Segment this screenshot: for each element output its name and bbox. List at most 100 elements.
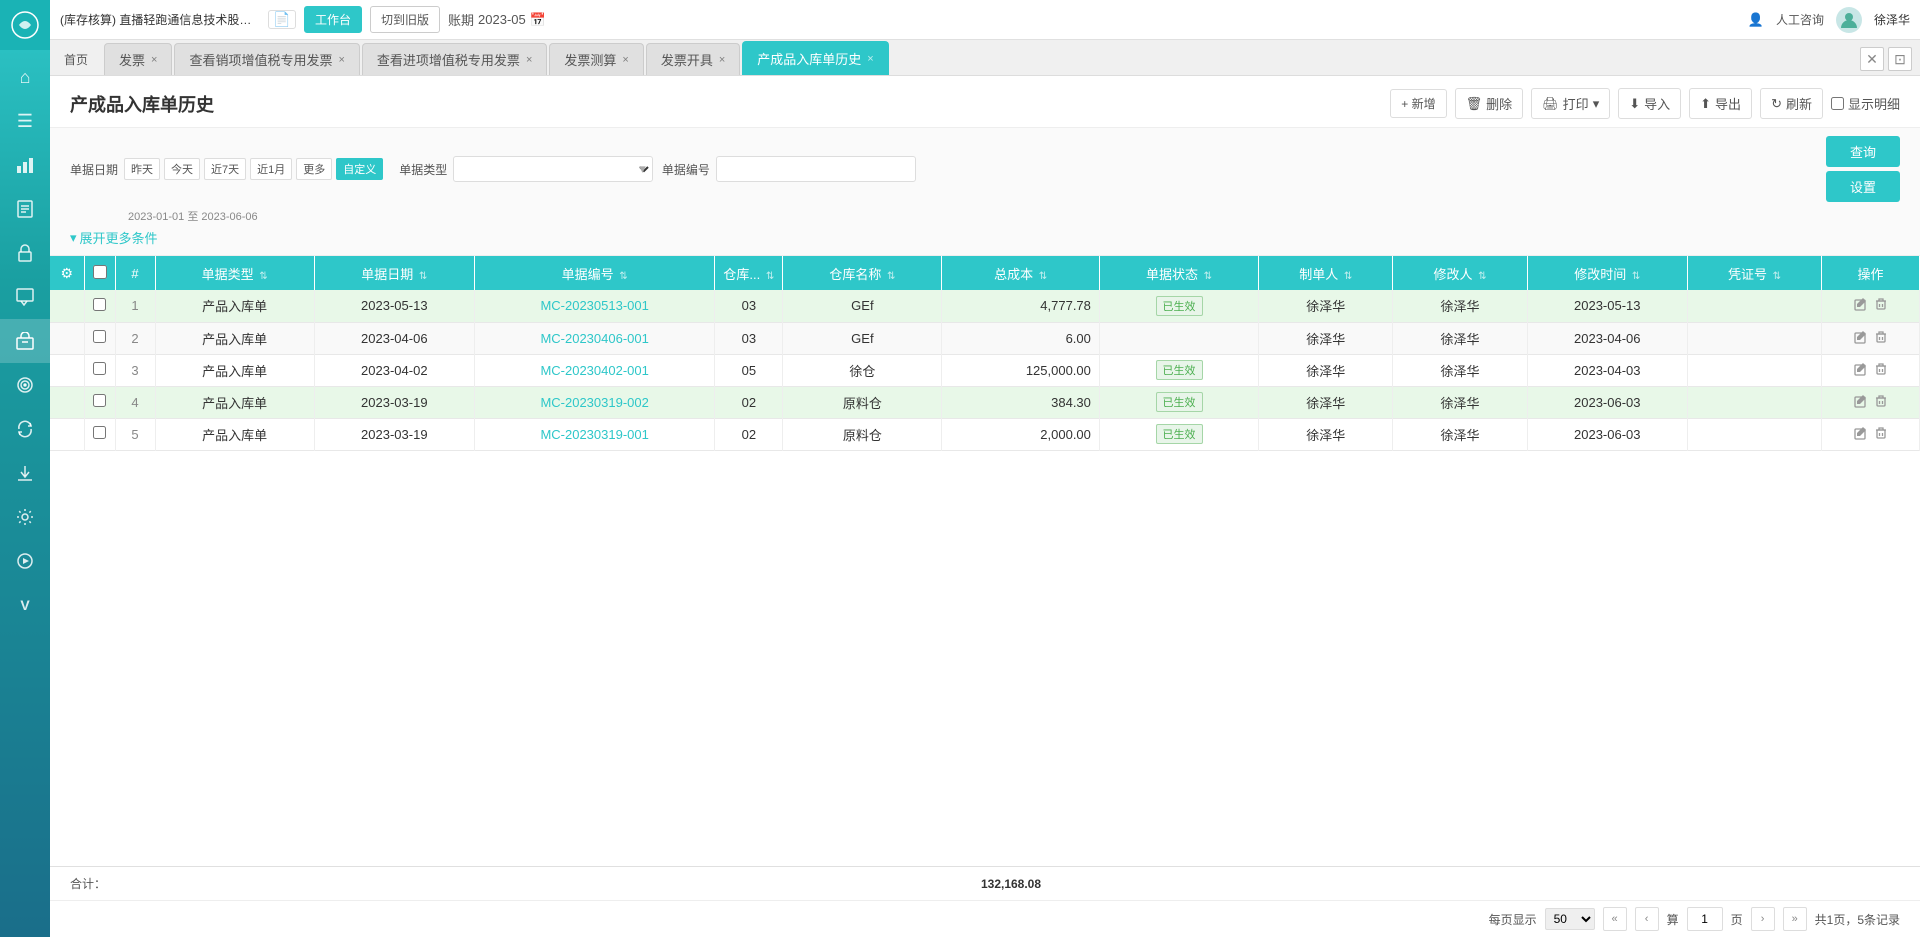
tab-home[interactable]: 首页: [50, 43, 102, 75]
show-detail-checkbox[interactable]: [1831, 97, 1844, 110]
edit-icon[interactable]: [1854, 297, 1868, 314]
row-checkbox[interactable]: [93, 330, 106, 343]
delete-row-icon[interactable]: [1874, 330, 1888, 347]
number-col-header[interactable]: 单据编号 ⇅: [474, 256, 715, 290]
date-today-btn[interactable]: 今天: [164, 158, 200, 180]
sidebar-item-menu[interactable]: ☰: [0, 99, 50, 143]
row-checkbox[interactable]: [93, 298, 106, 311]
sidebar-item-inventory[interactable]: [0, 319, 50, 363]
tab-invoice[interactable]: 发票 ×: [104, 43, 172, 75]
document-btn[interactable]: 📄: [268, 10, 296, 29]
tab-sales-vat[interactable]: 查看销项增值税专用发票 ×: [174, 43, 359, 75]
row-number-link[interactable]: MC-20230319-002: [474, 386, 715, 418]
sidebar-item-sync[interactable]: [0, 407, 50, 451]
delete-row-icon[interactable]: [1874, 297, 1888, 314]
refresh-btn[interactable]: ↻ 刷新: [1760, 88, 1823, 119]
username[interactable]: 徐泽华: [1874, 11, 1910, 28]
total-info: 共1页，5条记录: [1815, 911, 1900, 928]
delete-btn[interactable]: 🗑 删除: [1455, 88, 1524, 119]
row-checkbox-cell[interactable]: [84, 418, 115, 450]
sidebar-item-message[interactable]: [0, 275, 50, 319]
edit-icon[interactable]: [1854, 426, 1868, 443]
row-number-link[interactable]: MC-20230513-001: [474, 290, 715, 322]
sidebar-item-settings[interactable]: [0, 495, 50, 539]
warehouse-code-col-header[interactable]: 仓库... ⇅: [715, 256, 783, 290]
query-btn[interactable]: 查询: [1826, 136, 1900, 167]
switch-version-btn[interactable]: 切到旧版: [370, 6, 440, 33]
select-all-checkbox[interactable]: [93, 265, 107, 279]
edit-icon[interactable]: [1854, 362, 1868, 379]
edit-icon[interactable]: [1854, 330, 1868, 347]
sidebar-item-chart[interactable]: [0, 143, 50, 187]
per-page-select[interactable]: 50 100 200: [1545, 908, 1595, 930]
date-custom-btn[interactable]: 自定义: [336, 158, 383, 180]
row-number-link[interactable]: MC-20230402-001: [474, 354, 715, 386]
status-col-header[interactable]: 单据状态 ⇅: [1099, 256, 1258, 290]
voucher-col-header[interactable]: 凭证号 ⇅: [1687, 256, 1821, 290]
tab-invoice-calc-close[interactable]: ×: [622, 54, 628, 66]
tab-invoice-calc[interactable]: 发票测算 ×: [549, 43, 643, 75]
type-filter-select[interactable]: [453, 156, 653, 182]
tab-invoice-close[interactable]: ×: [151, 54, 157, 66]
sidebar-item-home[interactable]: ⌂: [0, 55, 50, 99]
date-1month-btn[interactable]: 近1月: [250, 158, 292, 180]
sidebar-item-play[interactable]: [0, 539, 50, 583]
print-btn[interactable]: 🖨 打印 ▾: [1531, 88, 1610, 119]
row-checkbox-cell[interactable]: [84, 354, 115, 386]
tab-invoice-issue-close[interactable]: ×: [719, 54, 725, 66]
edit-icon[interactable]: [1854, 394, 1868, 411]
type-col-header[interactable]: 单据类型 ⇅: [155, 256, 314, 290]
next-page-btn[interactable]: ›: [1751, 907, 1775, 931]
sidebar-item-doc[interactable]: [0, 187, 50, 231]
sidebar-item-download[interactable]: [0, 451, 50, 495]
table-settings-gear-icon[interactable]: ⚙: [60, 265, 73, 281]
import-btn[interactable]: ⬇ 导入: [1618, 88, 1681, 119]
maximize-btn[interactable]: ⊡: [1888, 47, 1912, 71]
delete-row-icon[interactable]: [1874, 362, 1888, 379]
sidebar-item-target[interactable]: [0, 363, 50, 407]
creator-col-header[interactable]: 制单人 ⇅: [1259, 256, 1393, 290]
tab-product-history[interactable]: 产成品入库单历史 ×: [742, 41, 888, 75]
expand-filter-btn[interactable]: ▾ 展开更多条件: [70, 228, 1900, 247]
user-service[interactable]: 人工咨询: [1776, 11, 1824, 28]
number-filter-input[interactable]: [716, 156, 916, 182]
first-page-btn[interactable]: «: [1603, 907, 1627, 931]
row-checkbox-cell[interactable]: [84, 290, 115, 322]
sidebar-item-lock[interactable]: [0, 231, 50, 275]
warehouse-name-col-header[interactable]: 仓库名称 ⇅: [783, 256, 942, 290]
modify-time-col-header[interactable]: 修改时间 ⇅: [1527, 256, 1687, 290]
checkbox-col-header[interactable]: [84, 256, 115, 290]
tab-sales-vat-close[interactable]: ×: [338, 54, 344, 66]
last-page-btn[interactable]: »: [1783, 907, 1807, 931]
row-checkbox-cell[interactable]: [84, 322, 115, 354]
delete-row-icon[interactable]: [1874, 426, 1888, 443]
prev-page-btn[interactable]: ‹: [1635, 907, 1659, 931]
page-number-input[interactable]: [1687, 907, 1723, 931]
date-more-btn[interactable]: 更多: [296, 158, 332, 180]
tab-purchase-vat-close[interactable]: ×: [526, 54, 532, 66]
date-7days-btn[interactable]: 近7天: [204, 158, 246, 180]
delete-row-icon[interactable]: [1874, 394, 1888, 411]
modifier-col-header[interactable]: 修改人 ⇅: [1393, 256, 1527, 290]
row-checkbox-cell[interactable]: [84, 386, 115, 418]
row-checkbox[interactable]: [93, 394, 106, 407]
tab-product-history-close[interactable]: ×: [867, 53, 873, 65]
date-col-header[interactable]: 单据日期 ⇅: [314, 256, 474, 290]
row-checkbox[interactable]: [93, 426, 106, 439]
workbench-btn[interactable]: 工作台: [304, 6, 362, 33]
calendar-icon[interactable]: 📅: [530, 12, 546, 28]
sidebar-item-version[interactable]: V: [0, 583, 50, 627]
set-btn[interactable]: 设置: [1826, 171, 1900, 202]
row-number-link[interactable]: MC-20230319-001: [474, 418, 715, 450]
settings-col-header[interactable]: ⚙: [50, 256, 84, 290]
total-cost-col-header[interactable]: 总成本 ⇅: [942, 256, 1099, 290]
row-total-cost: 6.00: [942, 322, 1099, 354]
tab-purchase-vat[interactable]: 查看进项增值税专用发票 ×: [362, 43, 547, 75]
new-btn[interactable]: + 新增: [1390, 89, 1446, 118]
row-checkbox[interactable]: [93, 362, 106, 375]
row-number-link[interactable]: MC-20230406-001: [474, 322, 715, 354]
export-btn[interactable]: ⬆ 导出: [1689, 88, 1752, 119]
close-all-tabs-btn[interactable]: ✕: [1860, 47, 1884, 71]
tab-invoice-issue[interactable]: 发票开具 ×: [646, 43, 740, 75]
date-yesterday-btn[interactable]: 昨天: [124, 158, 160, 180]
